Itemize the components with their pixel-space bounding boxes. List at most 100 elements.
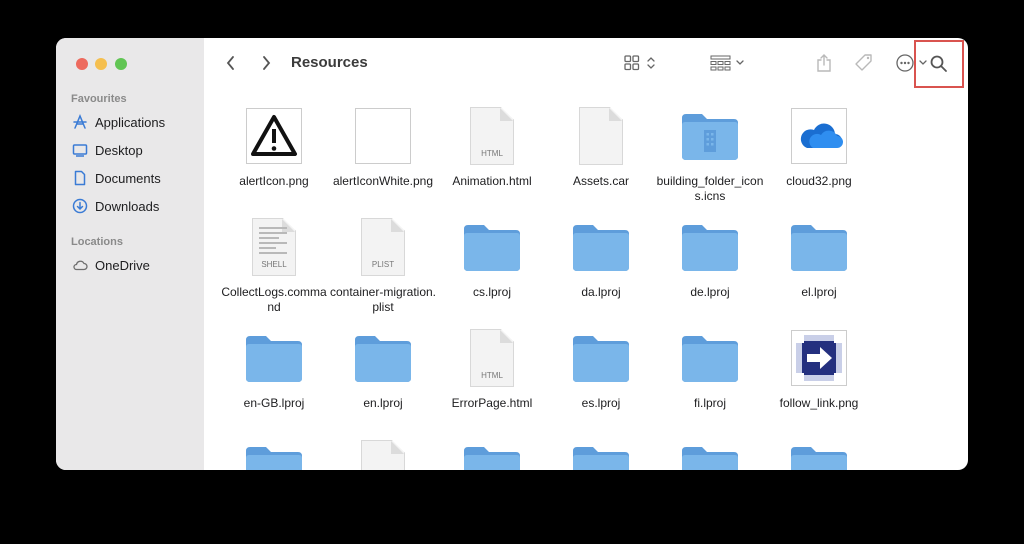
document-file-icon-wrap [569, 104, 633, 168]
file-item[interactable]: Assets.car [547, 104, 655, 189]
file-name: el.lproj [801, 285, 837, 299]
document-file-icon: HTML [470, 329, 514, 387]
file-name: building_folder_icons.icns [656, 174, 764, 203]
file-item[interactable]: es.lproj [547, 326, 655, 411]
folder-icon-wrap [569, 326, 633, 390]
folder-icon [682, 225, 738, 271]
file-item[interactable]: SHELL CollectLogs.command [220, 215, 328, 315]
file-item[interactable]: en.lproj [329, 326, 437, 411]
folder-icon-wrap [678, 437, 742, 470]
document-file-icon-wrap: HTML [460, 104, 524, 168]
minimize-window-button[interactable] [95, 58, 107, 70]
applications-icon [73, 114, 87, 129]
file-item[interactable]: alertIconWhite.png [329, 104, 437, 189]
file-item[interactable]: cloud32.png [765, 104, 873, 189]
file-type-tag: HTML [481, 371, 503, 380]
folder-icon [791, 225, 847, 271]
sidebar-item-label: Desktop [95, 142, 143, 158]
download-icon [72, 198, 88, 214]
file-name: ErrorPage.html [451, 396, 533, 410]
sidebar-item-label: OneDrive [95, 257, 150, 273]
sidebar: Favourites Applications Desktop Document… [56, 38, 204, 470]
file-item[interactable] [765, 437, 873, 470]
follow-link-icon [791, 330, 847, 386]
file-type-tag: HTML [481, 149, 503, 158]
folder-icon-wrap [569, 215, 633, 279]
document-file-icon: PLIST [361, 218, 405, 276]
favourites-heading: Favourites [71, 93, 127, 105]
sidebar-item-applications[interactable]: Applications [72, 111, 165, 133]
file-name: alertIcon.png [239, 174, 309, 188]
folder-icon-wrap [351, 326, 415, 390]
file-name: follow_link.png [779, 396, 859, 410]
folder-icon-wrap [460, 437, 524, 470]
file-item[interactable]: HTML ErrorPage.html [438, 326, 546, 411]
file-item[interactable] [547, 437, 655, 470]
file-item[interactable]: alertIcon.png [220, 104, 328, 189]
file-item[interactable]: HTML Animation.html [438, 104, 546, 189]
folder-icon [682, 447, 738, 470]
file-name: cloud32.png [786, 174, 852, 188]
file-item[interactable]: en-GB.lproj [220, 326, 328, 411]
cloud-icon [73, 260, 88, 271]
file-name: en.lproj [363, 396, 403, 410]
arrow-thumbnail-wrap [787, 326, 851, 390]
file-item[interactable] [329, 437, 437, 470]
alert-thumbnail-wrap [242, 104, 306, 168]
folder-icon [464, 447, 520, 470]
file-item[interactable]: fi.lproj [656, 326, 764, 411]
file-item[interactable]: follow_link.png [765, 326, 873, 411]
file-type-tag: SHELL [261, 260, 287, 269]
alert-icon [246, 108, 302, 164]
blank-thumbnail-wrap [351, 104, 415, 168]
folder-icon [573, 225, 629, 271]
file-item[interactable] [656, 437, 764, 470]
folder-icon [791, 447, 847, 470]
sidebar-item-desktop[interactable]: Desktop [72, 139, 143, 161]
file-item[interactable]: da.lproj [547, 215, 655, 300]
sidebar-item-label: Documents [95, 170, 161, 186]
file-name: de.lproj [690, 285, 730, 299]
folder-icon-wrap [569, 437, 633, 470]
file-item[interactable]: building_folder_icons.icns [656, 104, 764, 204]
document-file-icon-wrap: HTML [460, 326, 524, 390]
file-name: CollectLogs.command [221, 285, 327, 314]
folder-icon [246, 336, 302, 382]
file-grid: alertIcon.png alertIconWhite.png HTML Anima… [204, 38, 968, 470]
zoom-window-button[interactable] [115, 58, 127, 70]
file-item[interactable]: de.lproj [656, 215, 764, 300]
file-name: cs.lproj [472, 285, 511, 299]
file-name: Assets.car [572, 174, 629, 188]
folder-icon-wrap [678, 326, 742, 390]
document-file-icon-wrap: SHELL [242, 215, 306, 279]
file-item[interactable]: cs.lproj [438, 215, 546, 300]
document-icon [74, 170, 86, 186]
folder-icon-wrap [787, 437, 851, 470]
building-folder-icon-wrap [678, 104, 742, 168]
file-item[interactable]: el.lproj [765, 215, 873, 300]
file-name: es.lproj [581, 396, 621, 410]
folder-icon [573, 447, 629, 470]
folder-icon [682, 114, 738, 160]
folder-icon-wrap [460, 215, 524, 279]
desktop-icon [72, 144, 88, 157]
folder-icon [355, 336, 411, 382]
locations-heading: Locations [71, 236, 123, 248]
document-file-icon: HTML [470, 107, 514, 165]
close-window-button[interactable] [76, 58, 88, 70]
folder-icon [246, 447, 302, 470]
file-item[interactable] [438, 437, 546, 470]
file-type-tag: PLIST [371, 260, 395, 269]
sidebar-item-documents[interactable]: Documents [72, 167, 161, 189]
folder-icon-wrap [242, 437, 306, 470]
file-item[interactable] [220, 437, 328, 470]
folder-icon [682, 336, 738, 382]
sidebar-item-downloads[interactable]: Downloads [72, 195, 159, 217]
folder-icon-wrap [787, 215, 851, 279]
file-name: da.lproj [581, 285, 621, 299]
sidebar-item-onedrive[interactable]: OneDrive [72, 254, 150, 276]
folder-icon [573, 336, 629, 382]
file-item[interactable]: PLIST container-migration.plist [329, 215, 437, 315]
file-name: container-migration.plist [329, 285, 437, 314]
folder-icon-wrap [242, 326, 306, 390]
